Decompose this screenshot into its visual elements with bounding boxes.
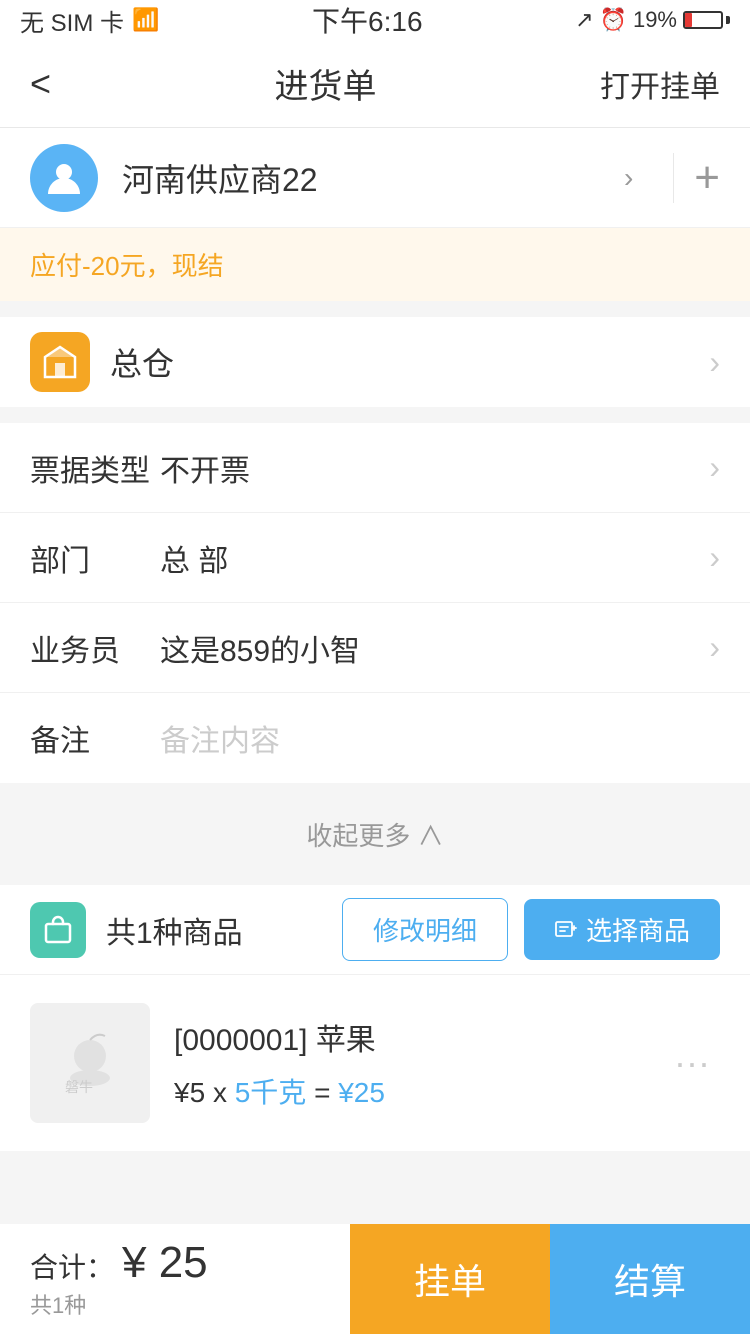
total-amount: ¥ 25 [122, 1238, 208, 1288]
select-product-button[interactable]: 选择商品 [524, 899, 720, 960]
svg-text:磐牛: 磐牛 [65, 1079, 93, 1095]
notice-text: 应付-20元，现结 [30, 251, 224, 281]
select-product-label: 选择商品 [586, 911, 690, 948]
total-section: 合计： ¥ 25 共1种 [0, 1238, 350, 1320]
remark-input[interactable]: 备注内容 [160, 716, 720, 760]
edit-detail-button[interactable]: 修改明细 [342, 898, 508, 961]
invoice-value: 不开票 [160, 446, 709, 490]
invoice-label: 票据类型 [30, 446, 160, 490]
person-icon [44, 158, 84, 198]
supplier-name: 河南供应商22 [122, 155, 624, 201]
warehouse-name: 总仓 [110, 339, 709, 385]
remark-row[interactable]: 备注 备注内容 [0, 693, 750, 783]
invoice-chevron-icon: › [709, 449, 720, 486]
back-button[interactable]: < [30, 63, 51, 105]
battery-percent: 19% [633, 7, 677, 33]
warehouse-building-icon [43, 345, 77, 379]
dept-row[interactable]: 部门 总 部 › [0, 513, 750, 603]
sales-row[interactable]: 业务员 这是859的小智 › [0, 603, 750, 693]
status-right: ↗ ⏰ 19% [575, 7, 730, 33]
product-toolbar-section: 共1种商品 修改明细 选择商品 [0, 885, 750, 975]
cart-icon [30, 902, 86, 958]
settle-button[interactable]: 结算 [550, 1224, 750, 1334]
carrier-text: 无 SIM 卡 [20, 3, 124, 38]
supplier-row[interactable]: 河南供应商22 › + [0, 128, 750, 228]
status-left: 无 SIM 卡 📶 [20, 3, 159, 38]
product-thumb-icon: 磐牛 [55, 1028, 125, 1098]
nav-bar: < 进货单 打开挂单 [0, 40, 750, 128]
total-label: 合计： [30, 1246, 114, 1286]
dept-value: 总 部 [160, 536, 709, 580]
shopping-bag-icon [42, 914, 74, 946]
total-main: 合计： ¥ 25 [30, 1238, 320, 1288]
product-code: [0000001] [174, 1024, 307, 1057]
supplier-chevron-icon: › [624, 162, 633, 194]
hang-button[interactable]: 挂单 [350, 1224, 550, 1334]
product-equals: = [314, 1077, 338, 1108]
collapse-label: 收起更多 ∧ [306, 816, 443, 853]
warehouse-chevron-icon: › [709, 344, 720, 381]
sales-label: 业务员 [30, 626, 160, 670]
product-multiply: x [213, 1077, 235, 1108]
wifi-icon: 📶 [132, 7, 159, 33]
product-thumbnail: 磐牛 [30, 1003, 150, 1123]
bottom-bar: 合计： ¥ 25 共1种 挂单 结算 [0, 1224, 750, 1334]
location-icon: ↗ [575, 7, 593, 33]
status-time: 下午6:16 [312, 0, 423, 40]
product-item: 磐牛 [0000001] 苹果 ¥5 x 5千克 = ¥25 ··· [0, 975, 750, 1151]
dept-label: 部门 [30, 536, 160, 580]
battery-indicator [683, 11, 730, 29]
remark-label: 备注 [30, 716, 160, 760]
open-hang-button[interactable]: 打开挂单 [600, 62, 720, 106]
product-total: ¥25 [338, 1077, 385, 1108]
add-supplier-button[interactable]: + [694, 156, 720, 200]
sales-chevron-icon: › [709, 629, 720, 666]
product-unit-price: ¥5 [174, 1077, 205, 1108]
dept-chevron-icon: › [709, 539, 720, 576]
product-title: 苹果 [316, 1024, 376, 1057]
warehouse-section: 总仓 › [0, 317, 750, 407]
status-bar: 无 SIM 卡 📶 下午6:16 ↗ ⏰ 19% [0, 0, 750, 40]
sales-value: 这是859的小智 [160, 626, 709, 670]
supplier-avatar [30, 144, 98, 212]
collapse-row[interactable]: 收起更多 ∧ [0, 799, 750, 869]
notice-banner: 应付-20元，现结 [0, 228, 750, 301]
page-title: 进货单 [275, 59, 377, 108]
add-product-icon [554, 918, 578, 942]
form-section: 票据类型 不开票 › 部门 总 部 › 业务员 这是859的小智 › 备注 备注… [0, 423, 750, 783]
vertical-divider [673, 153, 674, 203]
product-toolbar: 共1种商品 修改明细 选择商品 [0, 885, 750, 975]
total-count: 共1种 [30, 1288, 320, 1320]
product-info: [0000001] 苹果 ¥5 x 5千克 = ¥25 [174, 1015, 664, 1111]
warehouse-row[interactable]: 总仓 › [0, 317, 750, 407]
warehouse-icon [30, 332, 90, 392]
product-price-row: ¥5 x 5千克 = ¥25 [174, 1071, 664, 1111]
product-count-label: 共1种商品 [106, 908, 342, 952]
product-name: [0000001] 苹果 [174, 1015, 664, 1059]
alarm-icon: ⏰ [600, 7, 627, 33]
product-qty: 5千克 [235, 1077, 307, 1108]
supplier-section: 河南供应商22 › + [0, 128, 750, 228]
product-more-button[interactable]: ··· [664, 1032, 720, 1094]
invoice-row[interactable]: 票据类型 不开票 › [0, 423, 750, 513]
